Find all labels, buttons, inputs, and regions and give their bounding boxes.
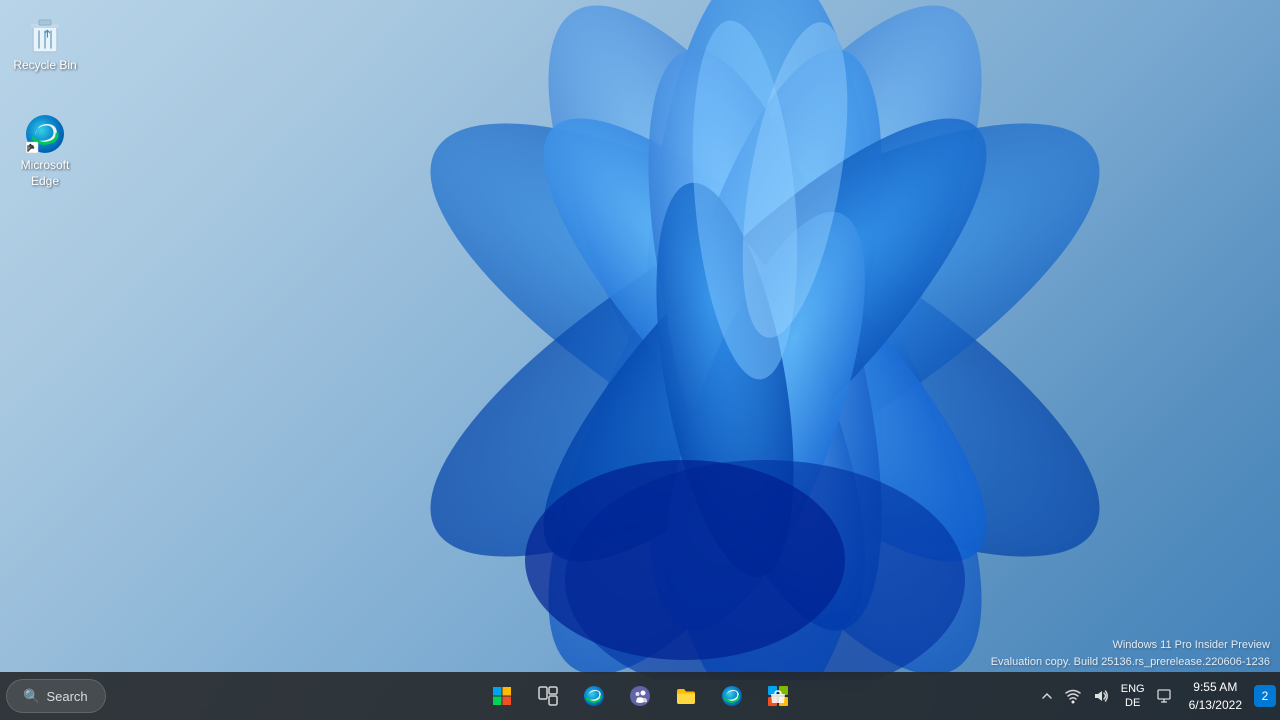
clock-time: 9:55 AM xyxy=(1193,678,1237,696)
network-wifi-icon xyxy=(1065,688,1081,704)
edge-desktop-label: Microsoft Edge xyxy=(9,158,81,189)
recycle-bin-icon[interactable]: Recycle Bin xyxy=(5,10,85,78)
edge-taskbar-svg xyxy=(583,685,605,707)
notification-button[interactable]: 2 xyxy=(1254,685,1276,707)
desktop: Recycle Bin xyxy=(0,0,1280,720)
taskbar-center-icons xyxy=(480,674,800,718)
watermark: Windows 11 Pro Insider Preview Evaluatio… xyxy=(991,637,1270,670)
watermark-line1: Windows 11 Pro Insider Preview xyxy=(991,637,1270,654)
desktop-wallpaper xyxy=(150,0,1280,680)
edge2-taskbar-svg xyxy=(721,685,743,707)
recycle-bin-image xyxy=(25,14,65,54)
store-icon xyxy=(767,685,789,707)
start-button[interactable] xyxy=(480,674,524,718)
edge-desktop-icon[interactable]: Microsoft Edge xyxy=(5,110,85,193)
chevron-up-icon xyxy=(1041,690,1053,702)
taskview-icon xyxy=(538,686,558,706)
volume-icon[interactable] xyxy=(1087,672,1115,720)
clock-date: 6/13/2022 xyxy=(1189,696,1242,714)
search-label: Search xyxy=(46,689,87,704)
language-code: ENG xyxy=(1121,682,1145,696)
search-icon: 🔍 xyxy=(23,688,40,705)
system-tray: ENG DE 9:55 AM 6/13/2022 2 xyxy=(1035,672,1280,720)
folder-icon xyxy=(675,685,697,707)
network-icon[interactable] xyxy=(1059,672,1087,720)
clock[interactable]: 9:55 AM 6/13/2022 xyxy=(1177,672,1254,720)
show-hidden-icons-button[interactable] xyxy=(1035,672,1059,720)
taskbar: 🔍 Search xyxy=(0,672,1280,720)
edge2-taskbar-icon[interactable] xyxy=(710,674,754,718)
file-explorer-icon[interactable] xyxy=(664,674,708,718)
speaker-icon xyxy=(1093,688,1109,704)
teams-taskbar-icon[interactable] xyxy=(618,674,662,718)
recycle-bin-label: Recycle Bin xyxy=(13,58,76,74)
teams-icon xyxy=(629,685,651,707)
edge-image xyxy=(25,114,65,154)
display-icon[interactable] xyxy=(1151,672,1177,720)
watermark-line2: Evaluation copy. Build 25136.rs_prerelea… xyxy=(991,654,1270,671)
edge-taskbar-icon[interactable] xyxy=(572,674,616,718)
language-region: DE xyxy=(1125,696,1140,710)
monitor-icon xyxy=(1157,689,1171,703)
store-taskbar-icon[interactable] xyxy=(756,674,800,718)
windows-logo-icon xyxy=(492,686,512,706)
search-button[interactable]: 🔍 Search xyxy=(6,679,106,713)
language-indicator[interactable]: ENG DE xyxy=(1115,672,1151,720)
notification-count: 2 xyxy=(1262,689,1269,703)
taskview-button[interactable] xyxy=(526,674,570,718)
